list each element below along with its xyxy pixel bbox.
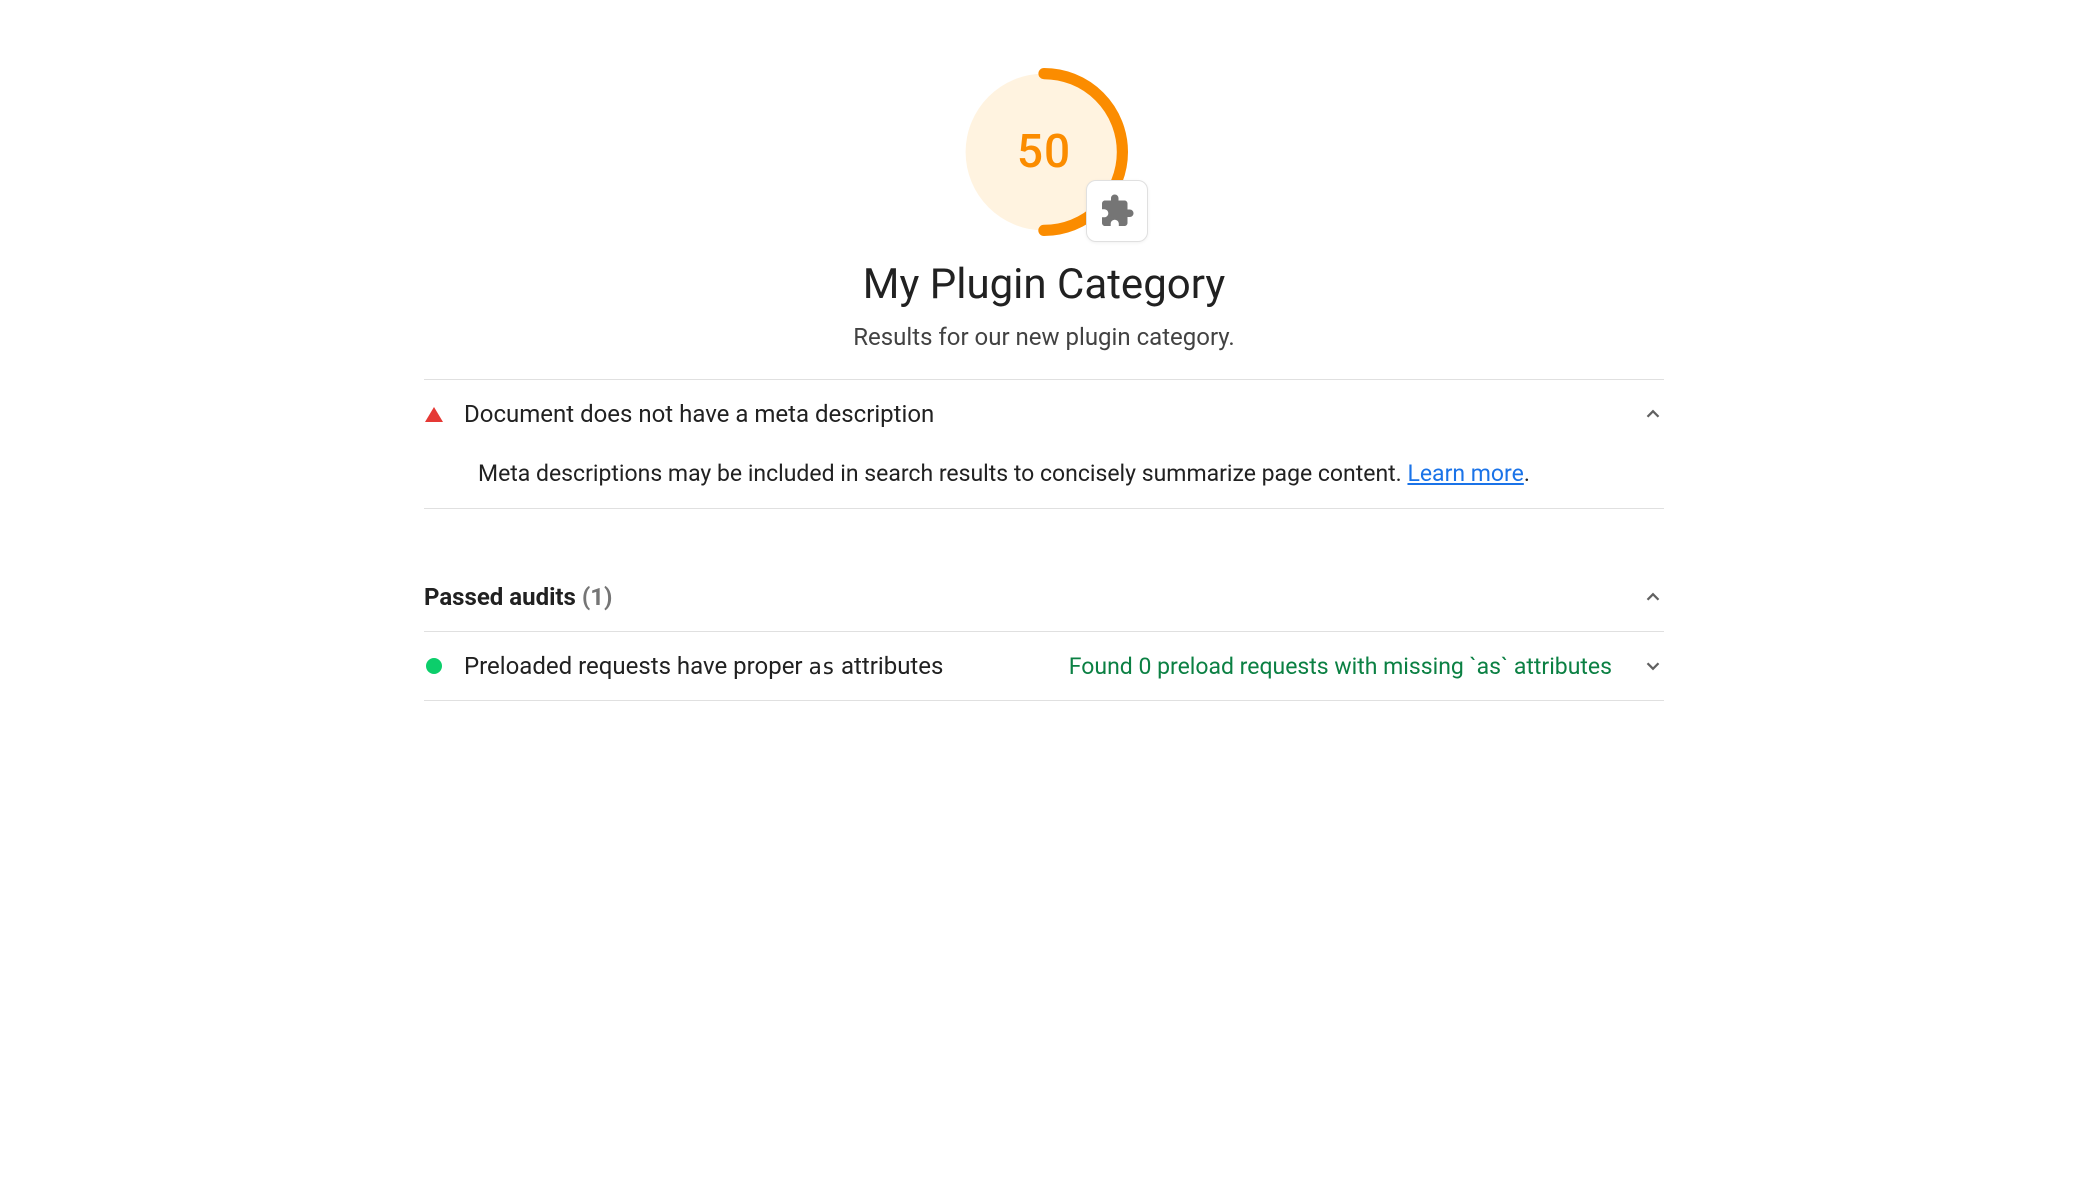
audit-body-prefix: Meta descriptions may be included in sea… [478,460,1407,487]
fail-icon [424,407,444,422]
audit-item-meta-description: Document does not have a meta descriptio… [424,379,1664,509]
audit-toggle-row[interactable]: Document does not have a meta descriptio… [424,400,1664,428]
audit-display-text: Found 0 preload requests with missing `a… [1069,653,1612,680]
audit-toggle-row[interactable]: Preloaded requests have proper as attrib… [424,652,1664,680]
score-gauge: 50 [960,68,1128,236]
audit-description: Meta descriptions may be included in sea… [424,428,1664,490]
audit-title-code: as [809,655,836,680]
puzzle-icon [1099,193,1135,229]
report-container: 50 My Plugin Category Results for our ne… [424,0,1664,701]
category-subtitle: Results for our new plugin category. [853,323,1234,351]
chevron-down-icon [1642,655,1664,677]
category-header: 50 My Plugin Category Results for our ne… [424,68,1664,351]
pass-icon [424,658,444,674]
passed-audit-item-preload-as: Preloaded requests have proper as attrib… [424,631,1664,701]
passed-audits-label: Passed audits [424,583,576,611]
audit-body-suffix: . [1524,460,1530,487]
audit-title-prefix: Preloaded requests have proper [464,652,809,680]
failed-audits-section: Document does not have a meta descriptio… [424,379,1664,509]
passed-audits-section-header[interactable]: Passed audits (1) [424,509,1664,631]
plugin-badge [1086,180,1148,242]
chevron-up-icon [1642,403,1664,425]
learn-more-link[interactable]: Learn more [1407,460,1523,487]
audit-title: Document does not have a meta descriptio… [464,400,1622,428]
audit-title-suffix: attributes [835,652,943,680]
category-title: My Plugin Category [863,260,1225,309]
passed-audits-count: (1) [582,583,613,611]
audit-title: Preloaded requests have proper as attrib… [464,652,1049,680]
chevron-up-icon [1642,586,1664,608]
